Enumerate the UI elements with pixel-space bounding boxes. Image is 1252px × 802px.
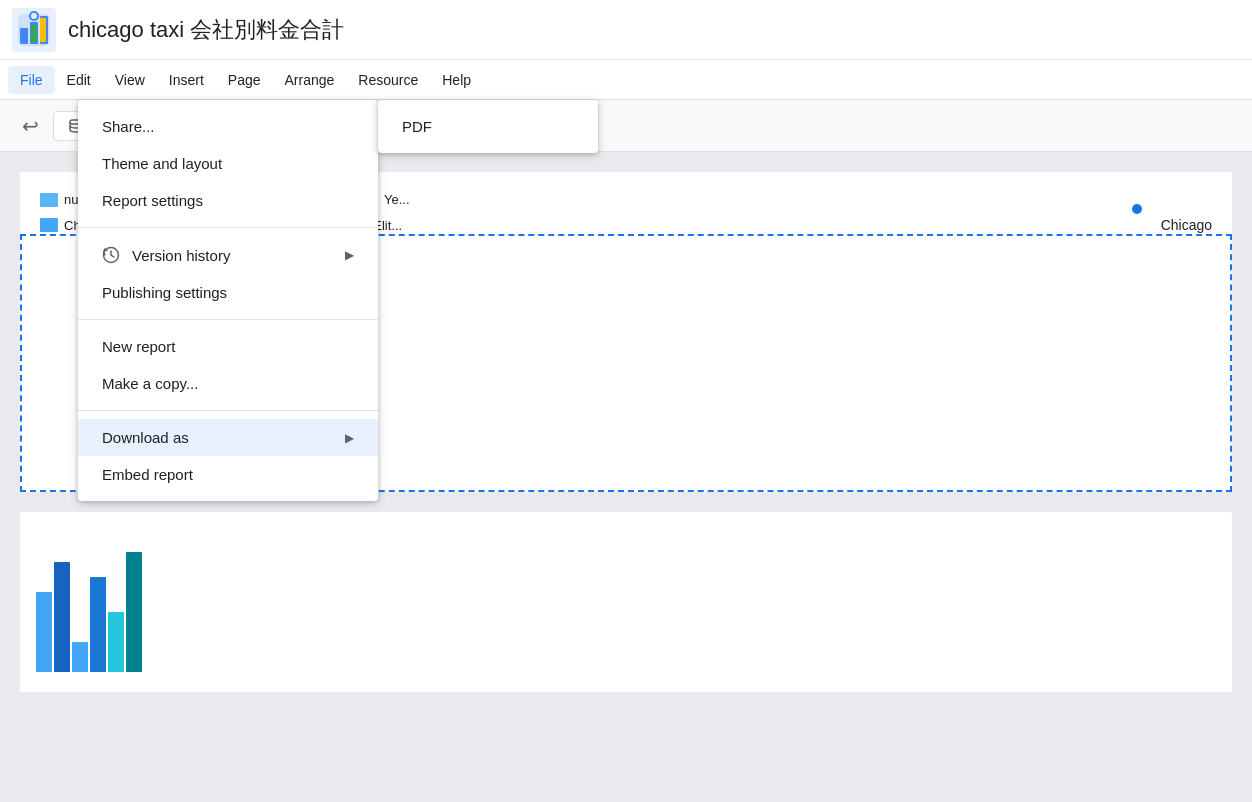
pdf-label: PDF bbox=[402, 118, 432, 135]
menu-arrange[interactable]: Arrange bbox=[273, 66, 347, 94]
embed-report-label: Embed report bbox=[102, 466, 193, 483]
menu-insert[interactable]: Insert bbox=[157, 66, 216, 94]
version-history-arrow: ▶ bbox=[345, 248, 354, 262]
menu-item-new-report[interactable]: New report bbox=[78, 328, 378, 365]
menu-resource[interactable]: Resource bbox=[346, 66, 430, 94]
report-settings-label: Report settings bbox=[102, 192, 203, 209]
version-history-label: Version history bbox=[132, 247, 230, 264]
legend-color-null bbox=[40, 193, 58, 207]
menu-item-embed-report[interactable]: Embed report bbox=[78, 456, 378, 493]
bar-4 bbox=[90, 577, 106, 672]
svg-rect-9 bbox=[40, 18, 46, 42]
menu-view[interactable]: View bbox=[103, 66, 157, 94]
download-as-label: Download as bbox=[102, 429, 189, 446]
menu-item-download-as[interactable]: Download as ▶ bbox=[78, 419, 378, 456]
bar-6 bbox=[126, 552, 142, 672]
menu-edit[interactable]: Edit bbox=[55, 66, 103, 94]
download-submenu: PDF bbox=[378, 100, 598, 153]
app-logo bbox=[12, 8, 56, 52]
legend-color-choice bbox=[40, 218, 58, 232]
bottom-chart bbox=[20, 512, 1232, 692]
selection-handle[interactable] bbox=[1132, 204, 1142, 214]
menu-item-theme[interactable]: Theme and layout bbox=[78, 145, 378, 182]
svg-rect-7 bbox=[22, 30, 28, 42]
version-history-left: Version history bbox=[102, 246, 230, 264]
bar-5 bbox=[108, 612, 124, 672]
divider-1 bbox=[78, 227, 378, 228]
publishing-label: Publishing settings bbox=[102, 284, 227, 301]
divider-2 bbox=[78, 319, 378, 320]
legend-label-ye: Ye... bbox=[384, 192, 410, 207]
menu-file[interactable]: File bbox=[8, 66, 55, 94]
make-copy-label: Make a copy... bbox=[102, 375, 198, 392]
bar-3 bbox=[72, 642, 88, 672]
menu-item-make-copy[interactable]: Make a copy... bbox=[78, 365, 378, 402]
menu-page[interactable]: Page bbox=[216, 66, 273, 94]
menu-item-version-history[interactable]: Version history ▶ bbox=[78, 236, 378, 274]
clock-icon bbox=[102, 246, 120, 264]
theme-label: Theme and layout bbox=[102, 155, 222, 172]
menu-bar: File Edit View Insert Page Arrange Resou… bbox=[0, 60, 1252, 100]
bar-1 bbox=[36, 592, 52, 672]
file-dropdown-menu: Share... Theme and layout Report setting… bbox=[78, 100, 378, 501]
menu-item-share[interactable]: Share... bbox=[78, 108, 378, 145]
app-title: chicago taxi 会社別料金合計 bbox=[68, 15, 344, 45]
bar-2 bbox=[54, 562, 70, 672]
undo-button[interactable]: ↩ bbox=[16, 108, 45, 144]
menu-item-pdf[interactable]: PDF bbox=[378, 108, 598, 145]
download-as-arrow: ▶ bbox=[345, 431, 354, 445]
menu-item-report-settings[interactable]: Report settings bbox=[78, 182, 378, 219]
chicago-label: Chicago bbox=[1161, 217, 1212, 233]
share-label: Share... bbox=[102, 118, 155, 135]
menu-help[interactable]: Help bbox=[430, 66, 483, 94]
menu-item-publishing[interactable]: Publishing settings bbox=[78, 274, 378, 311]
svg-rect-8 bbox=[31, 24, 37, 42]
divider-3 bbox=[78, 410, 378, 411]
new-report-label: New report bbox=[102, 338, 175, 355]
title-bar: chicago taxi 会社別料金合計 bbox=[0, 0, 1252, 60]
